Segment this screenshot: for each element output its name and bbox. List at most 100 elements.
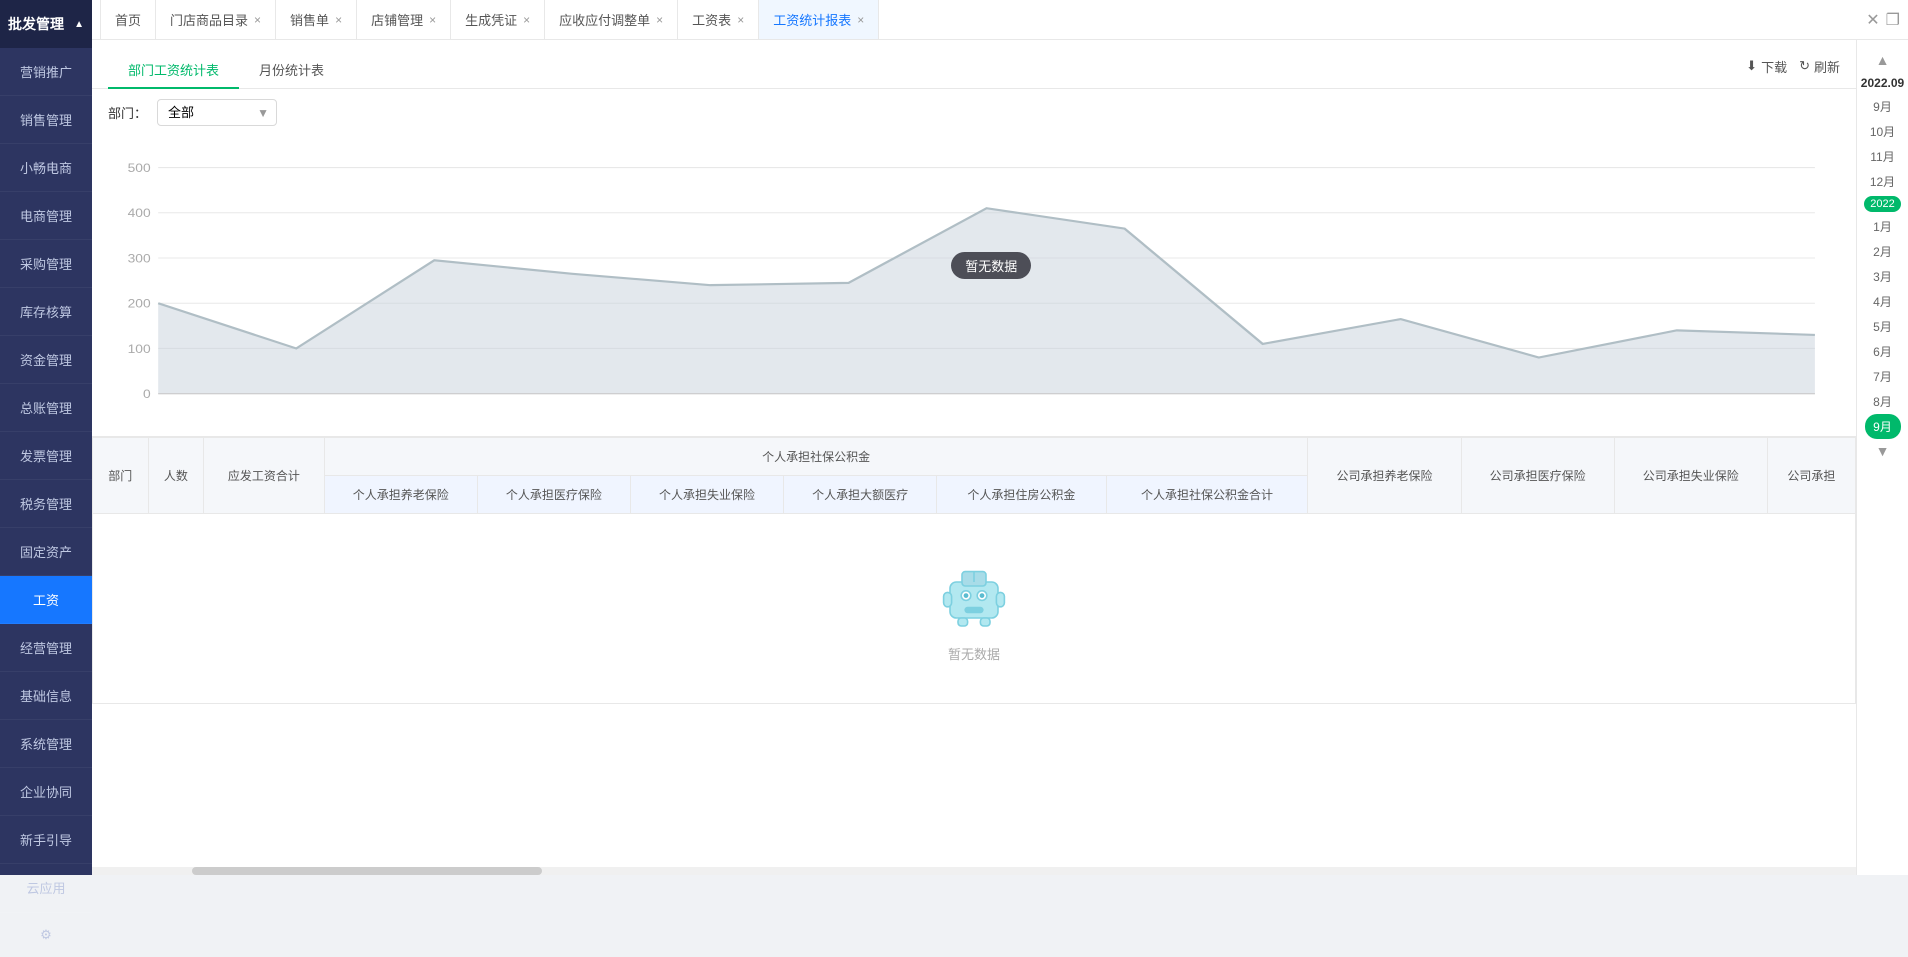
col-company-11: 公司承担失业保险 — [1614, 438, 1767, 514]
sidebar-item-总账管理[interactable]: 总账管理 — [0, 384, 92, 432]
chart-svg: 0100200300400500 — [108, 146, 1840, 426]
sidebar-item-系统管理[interactable]: 系统管理 — [0, 720, 92, 768]
close-all-icon[interactable]: ✕ — [1866, 10, 1879, 30]
sidebar-item-新手引导[interactable]: 新手引导 — [0, 816, 92, 864]
col-personal-8: 个人承担社保公积金合计 — [1106, 476, 1308, 514]
empty-text: 暂无数据 — [948, 644, 1000, 663]
main-area: 首页门店商品目录×销售单×店铺管理×生成凭证×应收应付调整单×工资表×工资统计报… — [92, 0, 1908, 875]
timeline-panel: ▲2022.099月10月11月12月20221月2月3月4月5月6月7月8月9… — [1856, 40, 1908, 875]
svg-text:200: 200 — [128, 296, 151, 310]
tab-close-icon[interactable]: × — [254, 13, 261, 27]
timeline-month-2023-6月[interactable]: 6月 — [1857, 339, 1908, 364]
col-dept: 部门 — [93, 438, 149, 514]
tab-销售单[interactable]: 销售单× — [276, 0, 357, 39]
tab-工资表[interactable]: 工资表× — [678, 0, 759, 39]
col-company-12: 公司承担 — [1767, 438, 1855, 514]
sub-tabs: 部门工资统计表月份统计表 ⬇ 下载 ↻ 刷新 — [92, 40, 1856, 89]
sidebar-item-税务管理[interactable]: 税务管理 — [0, 480, 92, 528]
tabs-bar: 首页门店商品目录×销售单×店铺管理×生成凭证×应收应付调整单×工资表×工资统计报… — [92, 0, 1908, 40]
sidebar-item-电商管理[interactable]: 电商管理 — [0, 192, 92, 240]
dept-label: 部门： — [108, 103, 147, 122]
sidebar-settings[interactable]: ⚙ — [0, 912, 92, 957]
refresh-icon: ↻ — [1799, 58, 1810, 74]
toolbar: 部门： 全部销售部财务部技术部运营部 ▼ — [92, 89, 1856, 136]
timeline-month-2023-9月[interactable]: 9月 — [1865, 414, 1901, 439]
stats-table: 部门人数应发工资合计个人承担社保公积金公司承担养老保险公司承担医疗保险公司承担失… — [92, 437, 1856, 704]
tab-close-icon[interactable]: × — [429, 13, 436, 27]
sidebar-item-库存核算[interactable]: 库存核算 — [0, 288, 92, 336]
sub-tabs-actions: ⬇ 下载 ↻ 刷新 — [1746, 57, 1840, 84]
sidebar-item-工资[interactable]: 工资 — [0, 576, 92, 624]
col-personal-7: 个人承担住房公积金 — [937, 476, 1106, 514]
timeline-month-2023-7月[interactable]: 7月 — [1857, 364, 1908, 389]
sidebar-item-基础信息[interactable]: 基础信息 — [0, 672, 92, 720]
timeline-month-2023-1月[interactable]: 1月 — [1857, 214, 1908, 239]
sidebar-item-发票管理[interactable]: 发票管理 — [0, 432, 92, 480]
col-company-10: 公司承担医疗保险 — [1461, 438, 1614, 514]
tab-close-icon[interactable]: × — [335, 13, 342, 27]
tab-close-icon[interactable]: × — [737, 13, 744, 27]
sub-tab-月份统计表[interactable]: 月份统计表 — [239, 52, 344, 89]
refresh-button[interactable]: ↻ 刷新 — [1799, 57, 1840, 76]
timeline-month-2022-12月[interactable]: 12月 — [1857, 169, 1908, 194]
tab-工资统计报表[interactable]: 工资统计报表× — [759, 0, 879, 39]
col-personal-5: 个人承担失业保险 — [630, 476, 783, 514]
sidebar-item-采购管理[interactable]: 采购管理 — [0, 240, 92, 288]
restore-icon[interactable]: ❐ — [1886, 10, 1900, 30]
sidebar-item-销售管理[interactable]: 销售管理 — [0, 96, 92, 144]
sidebar-item-小畅电商[interactable]: 小畅电商 — [0, 144, 92, 192]
refresh-label: 刷新 — [1814, 57, 1840, 76]
dept-select[interactable]: 全部销售部财务部技术部运营部 — [157, 99, 277, 126]
timeline-month-2023-8月[interactable]: 8月 — [1857, 389, 1908, 414]
tab-店铺管理[interactable]: 店铺管理× — [357, 0, 451, 39]
sidebar-item-云应用[interactable]: 云应用 — [0, 864, 92, 912]
table-wrapper[interactable]: 部门人数应发工资合计个人承担社保公积金公司承担养老保险公司承担医疗保险公司承担失… — [92, 436, 1856, 867]
col-personal-4: 个人承担医疗保险 — [477, 476, 630, 514]
sidebar-item-企业协同[interactable]: 企业协同 — [0, 768, 92, 816]
chart-container: 0100200300400500 暂无数据 — [92, 136, 1856, 436]
sidebar-header[interactable]: 批发管理 ▲ — [0, 0, 92, 48]
sidebar-title: 批发管理 — [8, 14, 64, 34]
sidebar-item-资金管理[interactable]: 资金管理 — [0, 336, 92, 384]
download-button[interactable]: ⬇ 下载 — [1746, 57, 1787, 76]
col-group-personal: 个人承担社保公积金 — [324, 438, 1308, 476]
sidebar: 批发管理 ▲ 营销推广销售管理小畅电商电商管理采购管理库存核算资金管理总账管理发… — [0, 0, 92, 875]
scrollbar-thumb[interactable] — [192, 867, 542, 875]
svg-text:500: 500 — [128, 161, 151, 175]
tab-close-controls: ✕ ❐ — [1866, 10, 1900, 30]
empty-icon — [934, 554, 1014, 634]
timeline-down-arrow[interactable]: ▼ — [1872, 439, 1894, 463]
tab-应收应付调整单[interactable]: 应收应付调整单× — [545, 0, 678, 39]
sidebar-item-营销推广[interactable]: 营销推广 — [0, 48, 92, 96]
col-count: 人数 — [148, 438, 204, 514]
timeline-month-2023-5月[interactable]: 5月 — [1857, 314, 1908, 339]
tab-close-icon[interactable]: × — [857, 13, 864, 27]
col-personal-3: 个人承担养老保险 — [324, 476, 477, 514]
tab-首页[interactable]: 首页 — [100, 0, 156, 39]
col-salary: 应发工资合计 — [204, 438, 325, 514]
timeline-year-2022: 2022.09 — [1861, 76, 1904, 90]
empty-state: 暂无数据 — [101, 524, 1847, 693]
chart-area: 0100200300400500 暂无数据 — [108, 146, 1840, 426]
svg-text:0: 0 — [143, 387, 151, 401]
svg-text:400: 400 — [128, 206, 151, 220]
sub-tab-部门工资统计表[interactable]: 部门工资统计表 — [108, 52, 239, 89]
content-area: 部门工资统计表月份统计表 ⬇ 下载 ↻ 刷新 部门： 全部销售部财务部技术部运营… — [92, 40, 1856, 875]
timeline-month-2023-4月[interactable]: 4月 — [1857, 289, 1908, 314]
tab-门店商品目录[interactable]: 门店商品目录× — [156, 0, 276, 39]
timeline-month-2023-2月[interactable]: 2月 — [1857, 239, 1908, 264]
col-company-9: 公司承担养老保险 — [1308, 438, 1461, 514]
sidebar-item-经营管理[interactable]: 经营管理 — [0, 624, 92, 672]
timeline-month-2022-11月[interactable]: 11月 — [1857, 144, 1908, 169]
tab-close-icon[interactable]: × — [656, 13, 663, 27]
col-personal-6: 个人承担大额医疗 — [784, 476, 937, 514]
timeline-month-2023-3月[interactable]: 3月 — [1857, 264, 1908, 289]
timeline-year-badge-2023: 2022 — [1864, 196, 1900, 212]
timeline-month-2022-9月[interactable]: 9月 — [1857, 94, 1908, 119]
sidebar-item-固定资产[interactable]: 固定资产 — [0, 528, 92, 576]
tab-close-icon[interactable]: × — [523, 13, 530, 27]
timeline-up-arrow[interactable]: ▲ — [1872, 48, 1894, 72]
horizontal-scrollbar[interactable] — [92, 867, 1856, 875]
timeline-month-2022-10月[interactable]: 10月 — [1857, 119, 1908, 144]
tab-生成凭证[interactable]: 生成凭证× — [451, 0, 545, 39]
